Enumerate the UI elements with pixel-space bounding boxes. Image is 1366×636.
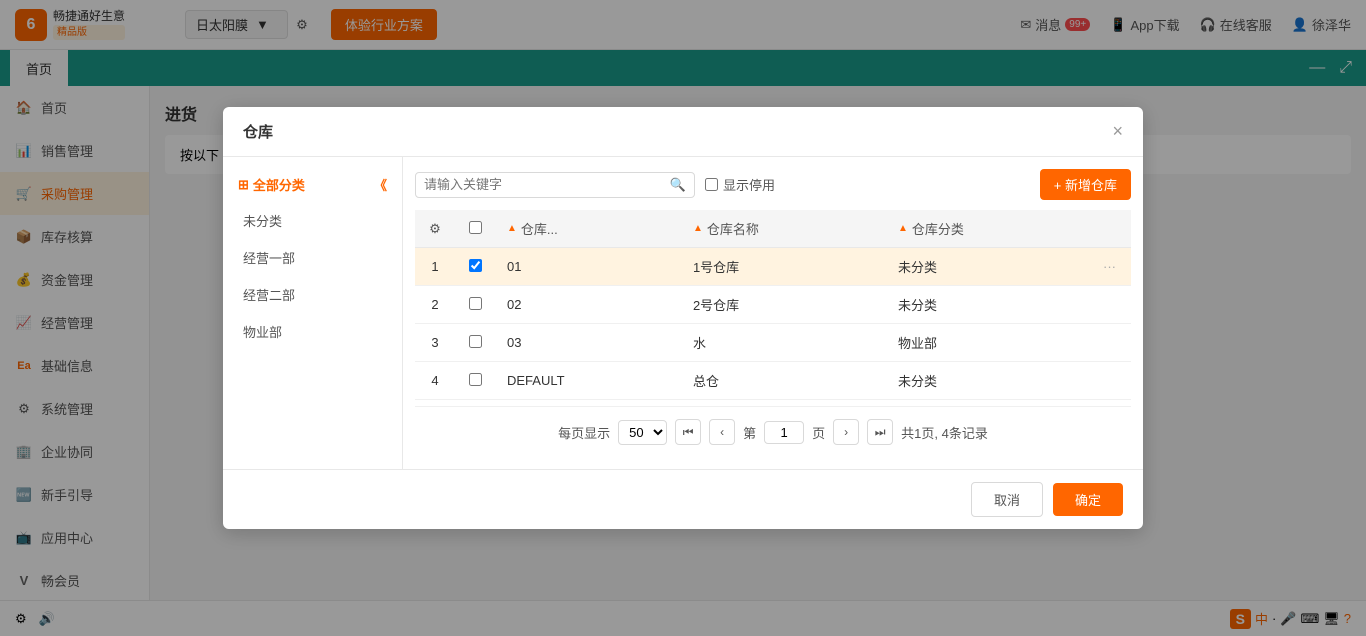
- cat-label-dept1: 经营一部: [243, 251, 295, 266]
- row-checkbox-cell: [455, 286, 495, 324]
- row-code: 03: [495, 324, 681, 362]
- row-checkbox[interactable]: [469, 259, 482, 272]
- select-all-checkbox[interactable]: [469, 221, 482, 234]
- row-name: 总仓: [681, 362, 886, 400]
- last-page-button[interactable]: ⏭: [867, 419, 893, 445]
- dialog-header: 仓库 ×: [223, 107, 1143, 157]
- first-page-button[interactable]: ⏮: [675, 419, 701, 445]
- col-warehouse-code-header[interactable]: ▲ 仓库...: [495, 210, 681, 248]
- row-name: 1号仓库: [681, 248, 886, 286]
- collapse-icon[interactable]: 《: [374, 175, 387, 194]
- row-num: 2: [415, 286, 455, 324]
- cat-item-unclassified[interactable]: 未分类: [223, 202, 402, 239]
- per-page-select[interactable]: 50: [618, 420, 667, 445]
- cat-item-dept1[interactable]: 经营一部: [223, 239, 402, 276]
- dialog-categories: ⊞ 全部分类 《 未分类 经营一部 经营二部 物业部: [223, 157, 403, 469]
- search-input[interactable]: [424, 177, 670, 192]
- table-row[interactable]: 4 DEFAULT 总仓 未分类: [415, 362, 1131, 400]
- cat-label-property: 物业部: [243, 325, 282, 340]
- col-actions-header: [1091, 210, 1131, 248]
- dialog-footer: 取消 确定: [223, 469, 1143, 529]
- table-container: ⚙ ▲ 仓库...: [415, 210, 1131, 400]
- row-checkbox[interactable]: [469, 297, 482, 310]
- row-more: ···: [1091, 248, 1131, 286]
- row-checkbox-cell: [455, 362, 495, 400]
- table-row[interactable]: 3 03 水 物业部: [415, 324, 1131, 362]
- show-disabled-label: 显示停用: [723, 175, 775, 194]
- page-number-input[interactable]: [764, 421, 804, 444]
- next-page-button[interactable]: ›: [833, 419, 859, 445]
- row-category: 未分类: [886, 286, 1091, 324]
- sort-icon3: ▲: [898, 223, 908, 234]
- warehouse-table: ⚙ ▲ 仓库...: [415, 210, 1131, 400]
- dialog-close-button[interactable]: ×: [1112, 121, 1123, 142]
- row-code: 01: [495, 248, 681, 286]
- row-num: 3: [415, 324, 455, 362]
- row-checkbox-cell: [455, 248, 495, 286]
- settings-col-icon: ⚙: [429, 221, 441, 236]
- warehouse-dialog: 仓库 × ⊞ 全部分类 《 未分类 经营一部: [223, 107, 1143, 529]
- col-warehouse-category-header[interactable]: ▲ 仓库分类: [886, 210, 1091, 248]
- sort-icon2: ▲: [693, 223, 703, 234]
- cat-label-dept2: 经营二部: [243, 288, 295, 303]
- search-icon[interactable]: 🔍: [670, 177, 686, 193]
- cancel-button[interactable]: 取消: [971, 482, 1043, 517]
- row-category: 物业部: [886, 324, 1091, 362]
- row-category: 未分类: [886, 248, 1091, 286]
- row-code: DEFAULT: [495, 362, 681, 400]
- total-info: 共1页, 4条记录: [901, 423, 988, 442]
- col-settings[interactable]: ⚙: [415, 210, 455, 248]
- modal-overlay: 仓库 × ⊞ 全部分类 《 未分类 经营一部: [0, 0, 1366, 636]
- pagination: 每页显示 50 ⏮ ‹ 第 页 › ⏭ 共1页, 4条记录: [415, 406, 1131, 457]
- row-more: [1091, 362, 1131, 400]
- row-checkbox-cell: [455, 324, 495, 362]
- row-num: 1: [415, 248, 455, 286]
- page-label-after: 页: [812, 423, 825, 442]
- row-more: [1091, 286, 1131, 324]
- row-category: 未分类: [886, 362, 1091, 400]
- table-header: ⚙ ▲ 仓库...: [415, 210, 1131, 248]
- all-category-header[interactable]: ⊞ 全部分类 《: [223, 167, 402, 202]
- row-checkbox[interactable]: [469, 335, 482, 348]
- sort-icon: ▲: [507, 223, 517, 234]
- row-more: [1091, 324, 1131, 362]
- row-more-btn[interactable]: ···: [1103, 259, 1116, 274]
- col-warehouse-name-header[interactable]: ▲ 仓库名称: [681, 210, 886, 248]
- row-code: 02: [495, 286, 681, 324]
- dialog-body: ⊞ 全部分类 《 未分类 经营一部 经营二部 物业部: [223, 157, 1143, 469]
- dialog-title: 仓库: [243, 121, 273, 142]
- cat-label-unclassified: 未分类: [243, 214, 282, 229]
- row-checkbox[interactable]: [469, 373, 482, 386]
- table-body: 1 01 1号仓库 未分类 ··· 2 02 2号仓库 未分类 3: [415, 248, 1131, 400]
- row-name: 水: [681, 324, 886, 362]
- prev-page-button[interactable]: ‹: [709, 419, 735, 445]
- page-label-before: 第: [743, 423, 756, 442]
- all-category-label: 全部分类: [253, 175, 305, 194]
- add-warehouse-button[interactable]: + 新增仓库: [1040, 169, 1131, 200]
- show-disabled-wrap: 显示停用: [705, 175, 775, 194]
- grid-icon: ⊞: [238, 177, 249, 193]
- cat-item-dept2[interactable]: 经营二部: [223, 276, 402, 313]
- col-checkbox-header: [455, 210, 495, 248]
- table-row[interactable]: 2 02 2号仓库 未分类: [415, 286, 1131, 324]
- confirm-button[interactable]: 确定: [1053, 483, 1123, 516]
- row-name: 2号仓库: [681, 286, 886, 324]
- show-disabled-checkbox[interactable]: [705, 178, 718, 191]
- per-page-label: 每页显示: [558, 423, 610, 442]
- row-num: 4: [415, 362, 455, 400]
- cat-item-property[interactable]: 物业部: [223, 313, 402, 350]
- dialog-right: 🔍 显示停用 + 新增仓库 ⚙: [403, 157, 1143, 469]
- search-input-wrap: 🔍: [415, 172, 695, 198]
- dialog-toolbar: 🔍 显示停用 + 新增仓库: [415, 169, 1131, 200]
- table-row[interactable]: 1 01 1号仓库 未分类 ···: [415, 248, 1131, 286]
